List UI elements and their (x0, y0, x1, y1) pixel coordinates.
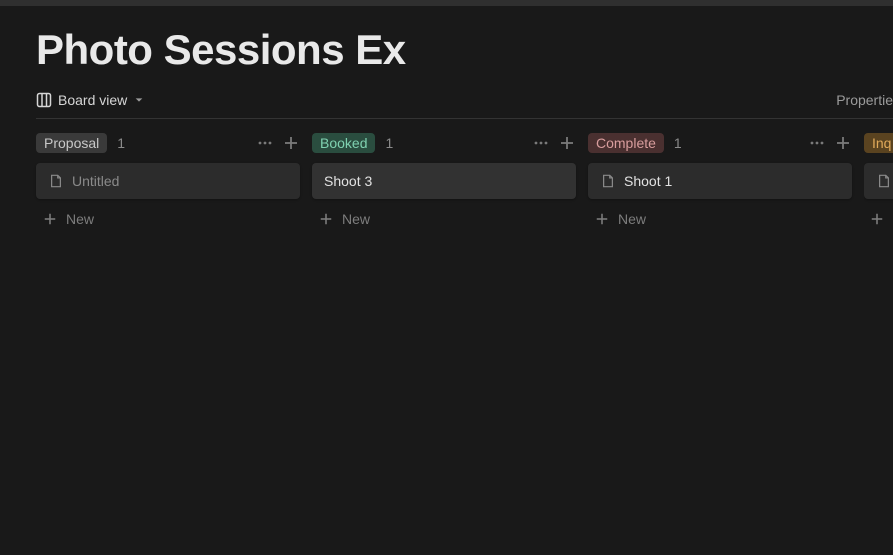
column-complete: Complete 1 Shoot 1 (588, 133, 852, 231)
card-title: Shoot 3 (324, 173, 372, 189)
column-header: Proposal 1 (36, 133, 300, 153)
new-label: New (342, 211, 370, 227)
new-label: New (618, 211, 646, 227)
column-tag[interactable]: Booked (312, 133, 375, 153)
chevron-down-icon (133, 94, 145, 106)
page-content: Photo Sessions Ex Board view Propertie (0, 6, 893, 231)
card[interactable]: Shoot 1 (588, 163, 852, 199)
board-icon (36, 92, 52, 108)
more-icon[interactable] (532, 134, 550, 152)
properties-button[interactable]: Propertie (836, 92, 893, 108)
column-header: Complete 1 (588, 133, 852, 153)
card[interactable] (864, 163, 893, 199)
view-switcher[interactable]: Board view (36, 92, 145, 108)
plus-icon[interactable] (834, 134, 852, 152)
column-header-left: Booked 1 (312, 133, 393, 153)
column-tag[interactable]: Complete (588, 133, 664, 153)
column-tag[interactable]: Proposal (36, 133, 107, 153)
plus-icon (594, 211, 610, 227)
column-header-actions (256, 134, 300, 152)
plus-icon (318, 211, 334, 227)
view-label: Board view (58, 92, 127, 108)
plus-icon (42, 211, 58, 227)
column-header: Inq (864, 133, 893, 153)
plus-icon (870, 211, 884, 227)
column-count: 1 (385, 135, 393, 151)
column-header-left: Proposal 1 (36, 133, 125, 153)
card-title: Shoot 1 (624, 173, 672, 189)
column-header-left: Inq (864, 133, 893, 153)
column-header: Booked 1 (312, 133, 576, 153)
column-tag[interactable]: Inq (864, 133, 893, 153)
board: Proposal 1 Untitled (36, 119, 893, 231)
page-icon (876, 173, 892, 189)
page-icon (600, 173, 616, 189)
column-header-actions (532, 134, 576, 152)
new-card-button[interactable]: New (588, 207, 852, 231)
plus-icon[interactable] (558, 134, 576, 152)
card[interactable]: Untitled (36, 163, 300, 199)
new-label: New (66, 211, 94, 227)
column-booked: Booked 1 Shoot 3 New (312, 133, 576, 231)
column-proposal: Proposal 1 Untitled (36, 133, 300, 231)
new-card-button[interactable]: New (36, 207, 300, 231)
column-count: 1 (674, 135, 682, 151)
page-title: Photo Sessions Ex (36, 26, 893, 74)
new-card-button[interactable]: N (864, 207, 893, 231)
more-icon[interactable] (256, 134, 274, 152)
column-header-left: Complete 1 (588, 133, 682, 153)
page-icon (48, 173, 64, 189)
view-toolbar: Board view Propertie (36, 92, 893, 119)
column-inquiry: Inq N (864, 133, 893, 231)
card[interactable]: Shoot 3 (312, 163, 576, 199)
more-icon[interactable] (808, 134, 826, 152)
column-count: 1 (117, 135, 125, 151)
new-card-button[interactable]: New (312, 207, 576, 231)
column-header-actions (808, 134, 852, 152)
card-title: Untitled (72, 173, 119, 189)
plus-icon[interactable] (282, 134, 300, 152)
